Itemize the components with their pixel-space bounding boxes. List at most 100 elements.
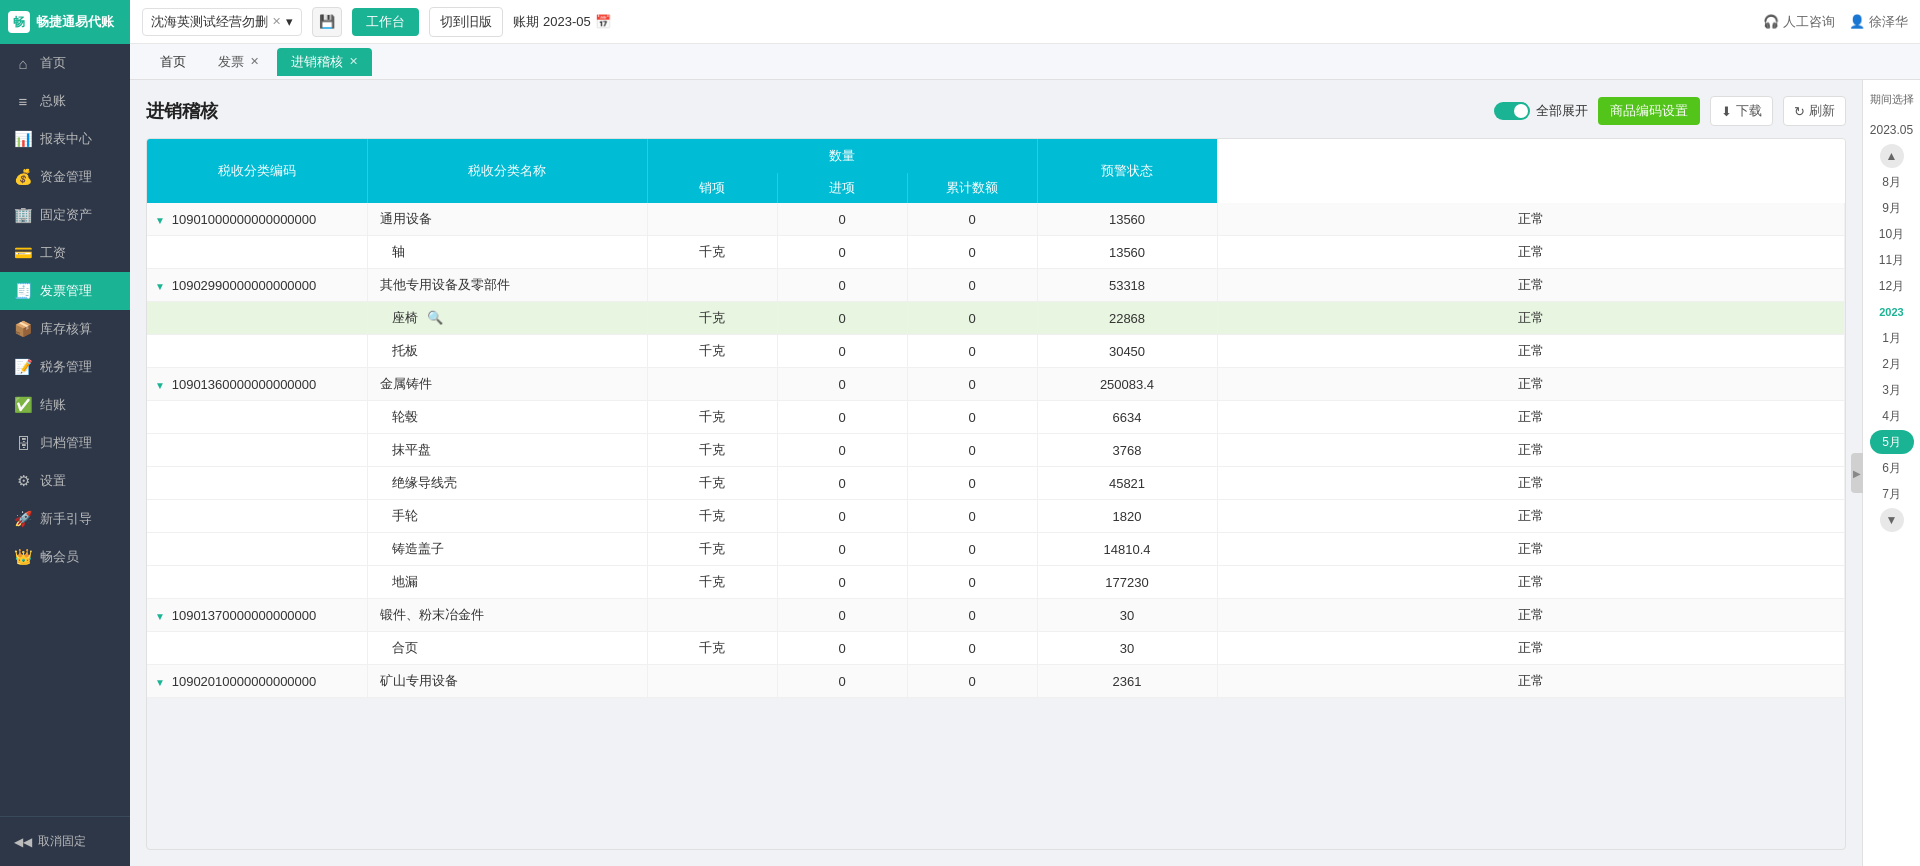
tab-home[interactable]: 首页 [146, 48, 200, 76]
td-status: 正常 [1217, 599, 1845, 632]
period-nav-up[interactable]: ▲ [1870, 144, 1914, 168]
page-content: 进销稽核 全部展开 商品编码设置 ⬇ 下载 ↻ 刷 [130, 80, 1920, 866]
td-code: ▼ 10901000000000000000 [147, 203, 367, 236]
td-code [147, 500, 367, 533]
td-name: 轮毂 [367, 401, 647, 434]
sidebar-item-member[interactable]: 👑 畅会员 [0, 538, 130, 576]
td-sales: 0 [777, 632, 907, 665]
logo-icon: 畅 [8, 11, 30, 33]
cancel-fixed-btn[interactable]: ◀◀ 取消固定 [0, 825, 130, 858]
search-icon[interactable]: 🔍 [427, 310, 443, 325]
sidebar-label-archive: 归档管理 [40, 434, 92, 452]
td-code [147, 302, 367, 335]
period-6[interactable]: 6月 [1870, 456, 1914, 480]
period-7[interactable]: 7月 [1870, 482, 1914, 506]
sidebar-item-home[interactable]: ⌂ 首页 [0, 44, 130, 82]
user-name: 徐泽华 [1869, 13, 1908, 31]
td-status: 正常 [1217, 302, 1845, 335]
td-sales: 0 [777, 401, 907, 434]
expand-toggle[interactable]: 全部展开 [1494, 102, 1588, 120]
td-code [147, 632, 367, 665]
period-10[interactable]: 10月 [1870, 222, 1914, 246]
period-12[interactable]: 12月 [1870, 274, 1914, 298]
sidebar-item-inventory[interactable]: 📦 库存核算 [0, 310, 130, 348]
sidebar-item-salary[interactable]: 💳 工资 [0, 234, 130, 272]
sidebar-item-tax[interactable]: 📝 税务管理 [0, 348, 130, 386]
expand-icon[interactable]: ▼ [155, 677, 168, 688]
service-button[interactable]: 🎧 人工咨询 [1763, 13, 1835, 31]
sidebar-item-settings[interactable]: ⚙ 设置 [0, 462, 130, 500]
period-down-icon[interactable]: ▼ [1880, 508, 1904, 532]
tabs-bar: 首页 发票 ✕ 进销稽核 ✕ [130, 44, 1920, 80]
period-panel: ▶ 期间选择 2023.05 ▲ 8月 9月 10月 11月 12月 2023 … [1862, 80, 1920, 866]
period-11[interactable]: 11月 [1870, 248, 1914, 272]
td-total: 6634 [1037, 401, 1217, 434]
member-icon: 👑 [14, 548, 32, 566]
tab-invoice-close[interactable]: ✕ [250, 55, 259, 68]
td-unit: 千克 [647, 236, 777, 269]
product-code-btn[interactable]: 商品编码设置 [1598, 97, 1700, 125]
sidebar-label-funds: 资金管理 [40, 168, 92, 186]
period-nav-down[interactable]: ▼ [1870, 508, 1914, 532]
dropdown-arrow-icon[interactable]: ▾ [286, 14, 293, 29]
tax-icon: 📝 [14, 358, 32, 376]
period-3[interactable]: 3月 [1870, 378, 1914, 402]
th-purchase: 进项 [777, 173, 907, 203]
tab-reconcile[interactable]: 进销稽核 ✕ [277, 48, 372, 76]
period-up-icon[interactable]: ▲ [1880, 144, 1904, 168]
old-version-button[interactable]: 切到旧版 [429, 7, 503, 37]
tab-invoice[interactable]: 发票 ✕ [204, 48, 273, 76]
period-9[interactable]: 9月 [1870, 196, 1914, 220]
code-value: 10901000000000000000 [172, 212, 317, 227]
ledger-icon: ≡ [14, 93, 32, 110]
sidebar-item-invoice[interactable]: 🧾 发票管理 [0, 272, 130, 310]
tab-reconcile-label: 进销稽核 [291, 53, 343, 71]
period-4[interactable]: 4月 [1870, 404, 1914, 428]
archive-icon: 🗄 [14, 435, 32, 452]
sidebar-item-archive[interactable]: 🗄 归档管理 [0, 424, 130, 462]
sidebar-label-inventory: 库存核算 [40, 320, 92, 338]
download-btn[interactable]: ⬇ 下载 [1710, 96, 1773, 126]
delete-company-icon[interactable]: ✕ [272, 15, 281, 28]
toggle-track[interactable] [1494, 102, 1530, 120]
invoice-icon: 🧾 [14, 282, 32, 300]
company-selector[interactable]: 沈海英测试经营勿删 ✕ ▾ [142, 8, 302, 36]
code-value: 10901370000000000000 [172, 608, 317, 623]
sidebar-item-ledger[interactable]: ≡ 总账 [0, 82, 130, 120]
expand-icon[interactable]: ▼ [155, 281, 168, 292]
sidebar-item-guide[interactable]: 🚀 新手引导 [0, 500, 130, 538]
td-code: ▼ 10902010000000000000 [147, 665, 367, 698]
sidebar-item-checkout[interactable]: ✅ 结账 [0, 386, 130, 424]
td-status: 正常 [1217, 665, 1845, 698]
period-8[interactable]: 8月 [1870, 170, 1914, 194]
td-unit: 千克 [647, 401, 777, 434]
td-sales: 0 [777, 335, 907, 368]
td-unit: 千克 [647, 566, 777, 599]
td-unit [647, 665, 777, 698]
workspace-button[interactable]: 工作台 [352, 8, 419, 36]
code-value: 10901360000000000000 [172, 377, 317, 392]
salary-icon: 💳 [14, 244, 32, 262]
panel-toggle-btn[interactable]: ▶ [1851, 453, 1863, 493]
td-total: 250083.4 [1037, 368, 1217, 401]
main-area: 沈海英测试经营勿删 ✕ ▾ 💾 工作台 切到旧版 账期 2023-05 📅 🎧 … [130, 0, 1920, 866]
td-total: 13560 [1037, 236, 1217, 269]
sidebar-item-reports[interactable]: 📊 报表中心 [0, 120, 130, 158]
period-1[interactable]: 1月 [1870, 326, 1914, 350]
sidebar-item-funds[interactable]: 💰 资金管理 [0, 158, 130, 196]
expand-icon[interactable]: ▼ [155, 380, 168, 391]
expand-icon[interactable]: ▼ [155, 611, 168, 622]
refresh-btn[interactable]: ↻ 刷新 [1783, 96, 1846, 126]
save-button[interactable]: 💾 [312, 7, 342, 37]
period-5[interactable]: 5月 [1870, 430, 1914, 454]
refresh-icon: ↻ [1794, 104, 1805, 119]
expand-icon[interactable]: ▼ [155, 215, 168, 226]
user-menu[interactable]: 👤 徐泽华 [1849, 13, 1908, 31]
period-2[interactable]: 2月 [1870, 352, 1914, 376]
period-2023-05-top[interactable]: 2023.05 [1870, 118, 1914, 142]
guide-icon: 🚀 [14, 510, 32, 528]
sidebar-item-assets[interactable]: 🏢 固定资产 [0, 196, 130, 234]
tab-reconcile-close[interactable]: ✕ [349, 55, 358, 68]
expand-all-label: 全部展开 [1536, 102, 1588, 120]
calendar-icon[interactable]: 📅 [595, 14, 611, 29]
